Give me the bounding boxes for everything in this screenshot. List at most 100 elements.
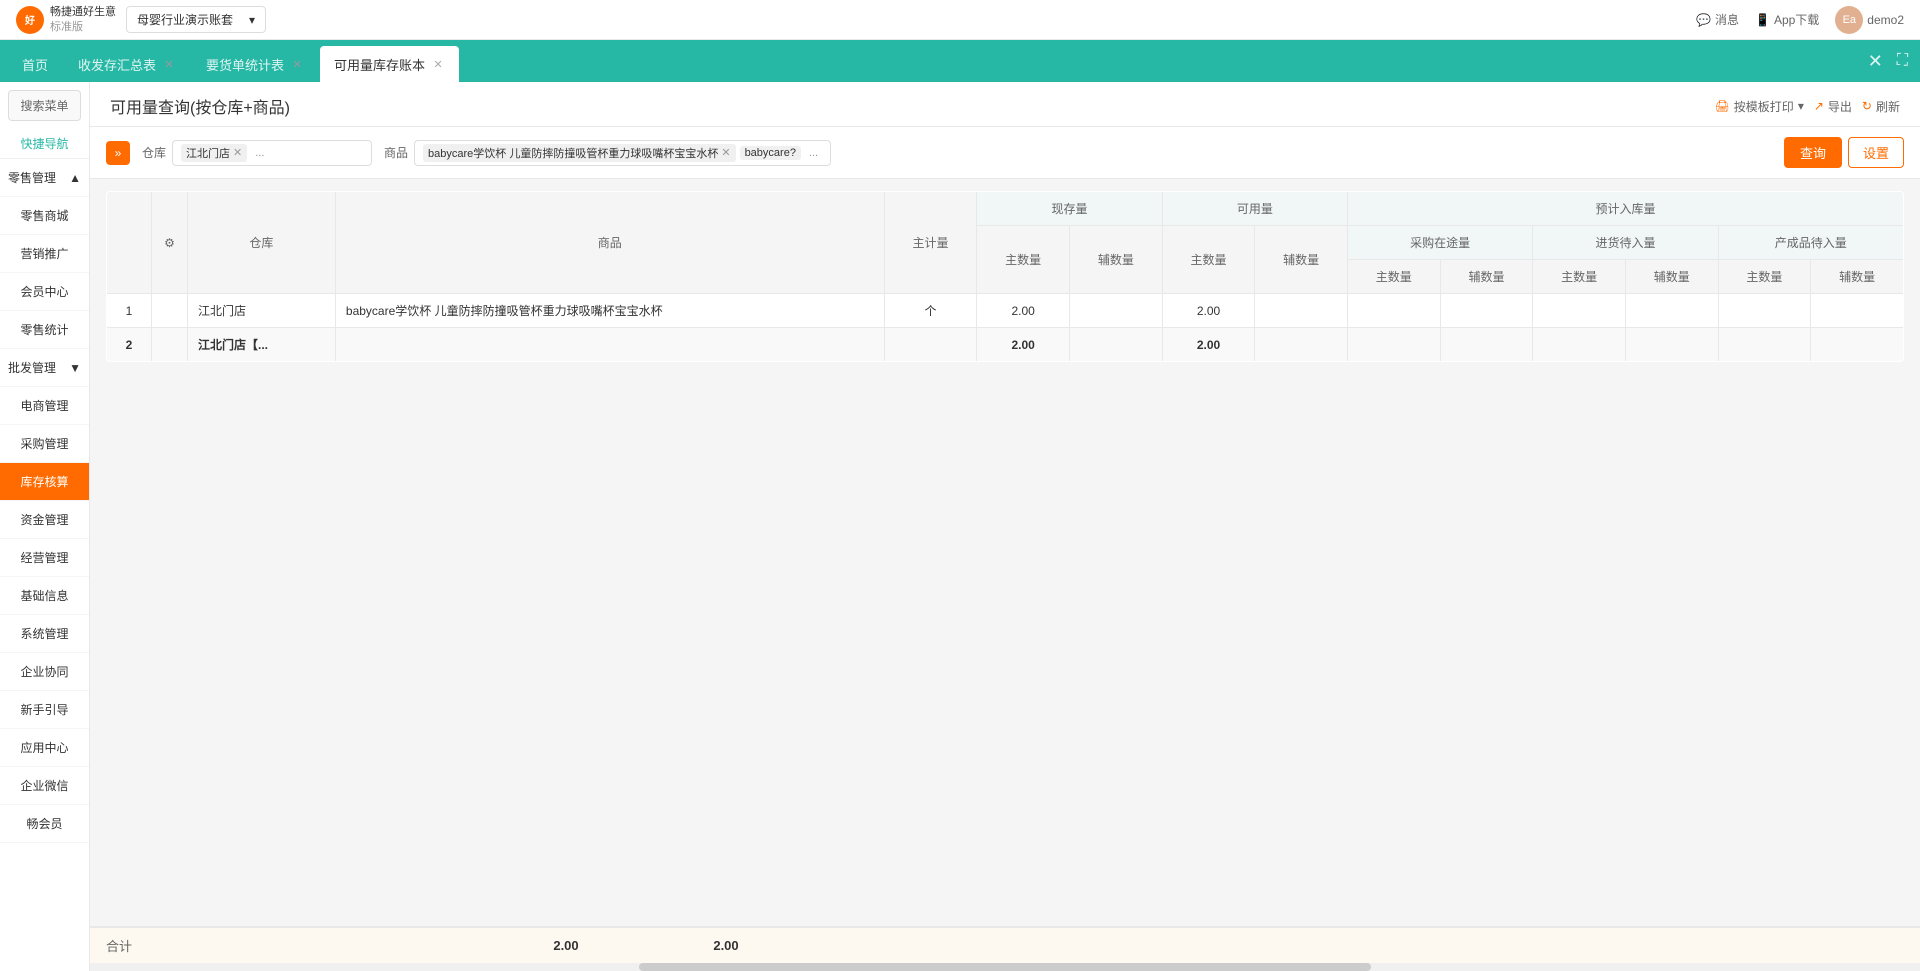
sidebar-item-retail-stats[interactable]: 零售统计 xyxy=(0,311,89,349)
sidebar-onboarding-label: 新手引导 xyxy=(20,701,68,718)
warehouse-tags-input[interactable]: 江北门店 ✕ ... xyxy=(172,140,372,166)
col-avail-sub: 辅数量 xyxy=(1255,226,1348,294)
cell-incoming-main-1 xyxy=(1533,328,1626,362)
print-template-btn[interactable]: 🖨 按模板打印 ▾ xyxy=(1715,98,1804,115)
settings-button[interactable]: 设置 xyxy=(1848,137,1904,168)
sidebar-item-wholesale-mgmt[interactable]: 批发管理 ▼ xyxy=(0,349,89,387)
sidebar-member-center-label: 会员中心 xyxy=(20,283,68,300)
app-download-label: App下载 xyxy=(1774,11,1819,28)
cell-stock-main-1: 2.00 xyxy=(977,328,1070,362)
warehouse-filter-group: 仓库 江北门店 ✕ ... xyxy=(142,140,372,166)
refresh-label: 刷新 xyxy=(1876,98,1900,115)
sidebar-item-purchase[interactable]: 采购管理 xyxy=(0,425,89,463)
page-actions: 🖨 按模板打印 ▾ ↗ 导出 ↻ 刷新 xyxy=(1715,98,1900,115)
query-button[interactable]: 查询 xyxy=(1784,137,1842,168)
sidebar-item-enterprise-wechat[interactable]: 企业微信 xyxy=(0,767,89,805)
sidebar-item-basic-info[interactable]: 基础信息 xyxy=(0,577,89,615)
sidebar-quick-nav[interactable]: 快捷导航 xyxy=(0,129,89,159)
product-label: 商品 xyxy=(384,144,408,161)
table-row: 1 江北门店 babycare学饮杯 儿童防摔防撞吸管杯重力球吸嘴杯宝宝水杯 个… xyxy=(107,294,1904,328)
sidebar-item-inventory[interactable]: 库存核算 xyxy=(0,463,89,501)
sidebar-basic-info-label: 基础信息 xyxy=(20,587,68,604)
cell-incoming-sub-1 xyxy=(1625,328,1718,362)
page-title: 可用量查询(按仓库+商品) xyxy=(110,94,290,118)
cell-production-sub-1 xyxy=(1811,328,1904,362)
sidebar-item-retail-mgmt[interactable]: 零售管理 ▲ xyxy=(0,159,89,197)
nav-close-all[interactable]: ✕ xyxy=(1860,51,1891,72)
sidebar-item-operation[interactable]: 经营管理 xyxy=(0,539,89,577)
col-available-group: 可用量 xyxy=(1162,192,1347,226)
filter-area: » 仓库 江北门店 ✕ ... 商品 babycare学饮杯 儿童防摔防撞吸管杯… xyxy=(90,127,1920,179)
col-warehouse: 仓库 xyxy=(187,192,335,294)
username: demo2 xyxy=(1867,13,1904,27)
industry-selector[interactable]: 母婴行业演示账套 ▾ xyxy=(126,6,266,33)
product-filter-group: 商品 babycare学饮杯 儿童防摔防撞吸管杯重力球吸嘴杯宝宝水杯 ✕ bab… xyxy=(384,140,831,166)
sidebar: 搜索菜单 快捷导航 零售管理 ▲ 零售商城 营销推广 会员中心 零售统计 批发管… xyxy=(0,82,90,971)
nav-tabs: 首页 收发存汇总表 ✕ 要货单统计表 ✕ 可用量库存账本 ✕ ✕ ⛶ xyxy=(0,40,1920,82)
cell-product-0: babycare学饮杯 儿童防摔防撞吸管杯重力球吸嘴杯宝宝水杯 xyxy=(335,294,884,328)
tab-order-label: 要货单统计表 xyxy=(206,55,284,74)
sidebar-enterprise-collab-label: 企业协同 xyxy=(20,663,68,680)
expand-filter-btn[interactable]: » xyxy=(106,141,130,165)
cell-production-main-1 xyxy=(1718,328,1811,362)
footer-stock-main: 2.00 xyxy=(526,938,606,953)
col-production-sub: 辅数量 xyxy=(1811,260,1904,294)
tab-receive-label: 收发存汇总表 xyxy=(78,55,156,74)
sidebar-item-onboarding[interactable]: 新手引导 xyxy=(0,691,89,729)
col-settings[interactable]: ⚙ xyxy=(151,192,187,294)
sidebar-item-member[interactable]: 畅会员 xyxy=(0,805,89,843)
col-production-sub-group: 产成品待入量 xyxy=(1718,226,1903,260)
app-download-btn[interactable]: 📱 App下载 xyxy=(1755,11,1819,28)
cell-purchase-sub-1 xyxy=(1440,328,1533,362)
tab-available-close[interactable]: ✕ xyxy=(431,57,445,71)
tab-home[interactable]: 首页 xyxy=(8,46,62,82)
top-bar-right: 💬 消息 📱 App下载 Ea demo2 xyxy=(1696,6,1904,34)
sidebar-item-app-center[interactable]: 应用中心 xyxy=(0,729,89,767)
cell-warehouse-1: 江北门店【... xyxy=(187,328,335,362)
col-seq xyxy=(107,192,152,294)
page-header: 可用量查询(按仓库+商品) 🖨 按模板打印 ▾ ↗ 导出 ↻ 刷新 xyxy=(90,82,1920,127)
user-area[interactable]: Ea demo2 xyxy=(1835,6,1904,34)
message-btn[interactable]: 💬 消息 xyxy=(1696,11,1739,28)
refresh-btn[interactable]: ↻ 刷新 xyxy=(1862,98,1900,115)
sidebar-member-label: 畅会员 xyxy=(26,815,62,832)
tab-receive-close[interactable]: ✕ xyxy=(162,57,176,71)
cell-product-1 xyxy=(335,328,884,362)
tab-available-ledger[interactable]: 可用量库存账本 ✕ xyxy=(320,46,459,82)
chevron-down-icon: ▾ xyxy=(249,13,255,27)
nav-expand-icon[interactable]: ⛶ xyxy=(1893,52,1912,70)
cell-purchase-main-1 xyxy=(1347,328,1440,362)
sidebar-item-ecommerce[interactable]: 电商管理 xyxy=(0,387,89,425)
sidebar-ecommerce-label: 电商管理 xyxy=(20,397,68,414)
sidebar-item-member-center[interactable]: 会员中心 xyxy=(0,273,89,311)
sidebar-item-enterprise-collab[interactable]: 企业协同 xyxy=(0,653,89,691)
sidebar-item-finance[interactable]: 资金管理 xyxy=(0,501,89,539)
product-tag-remove-0[interactable]: ✕ xyxy=(721,146,730,159)
template-badge: 标准版 xyxy=(50,20,116,34)
cell-avail-main-0: 2.00 xyxy=(1162,294,1255,328)
print-template-label: 按模板打印 xyxy=(1734,98,1794,115)
sidebar-wholesale-label: 批发管理 xyxy=(8,359,56,376)
tab-order-stats[interactable]: 要货单统计表 ✕ xyxy=(192,46,318,82)
export-icon: ↗ xyxy=(1814,99,1824,113)
warehouse-tag-remove[interactable]: ✕ xyxy=(233,146,242,159)
sidebar-item-retail-store[interactable]: 零售商城 xyxy=(0,197,89,235)
sidebar-item-marketing[interactable]: 营销推广 xyxy=(0,235,89,273)
product-tag-text-1: babycare? xyxy=(745,147,796,159)
col-main-unit: 主计量 xyxy=(884,192,977,294)
scroll-thumb xyxy=(639,963,1371,971)
cell-avail-sub-0 xyxy=(1255,294,1348,328)
sidebar-retail-store-label: 零售商城 xyxy=(20,207,68,224)
search-menu-btn[interactable]: 搜索菜单 xyxy=(8,90,81,121)
cell-purchase-main-0 xyxy=(1347,294,1440,328)
tab-order-close[interactable]: ✕ xyxy=(290,57,304,71)
export-label: 导出 xyxy=(1828,98,1852,115)
product-tags-input[interactable]: babycare学饮杯 儿童防摔防撞吸管杯重力球吸嘴杯宝宝水杯 ✕ babyca… xyxy=(414,140,831,166)
export-btn[interactable]: ↗ 导出 xyxy=(1814,98,1852,115)
tab-receive-summary[interactable]: 收发存汇总表 ✕ xyxy=(64,46,190,82)
sidebar-finance-label: 资金管理 xyxy=(20,511,68,528)
sidebar-system-label: 系统管理 xyxy=(20,625,68,642)
sidebar-purchase-label: 采购管理 xyxy=(20,435,68,452)
sidebar-item-system[interactable]: 系统管理 xyxy=(0,615,89,653)
refresh-icon: ↻ xyxy=(1862,99,1872,113)
